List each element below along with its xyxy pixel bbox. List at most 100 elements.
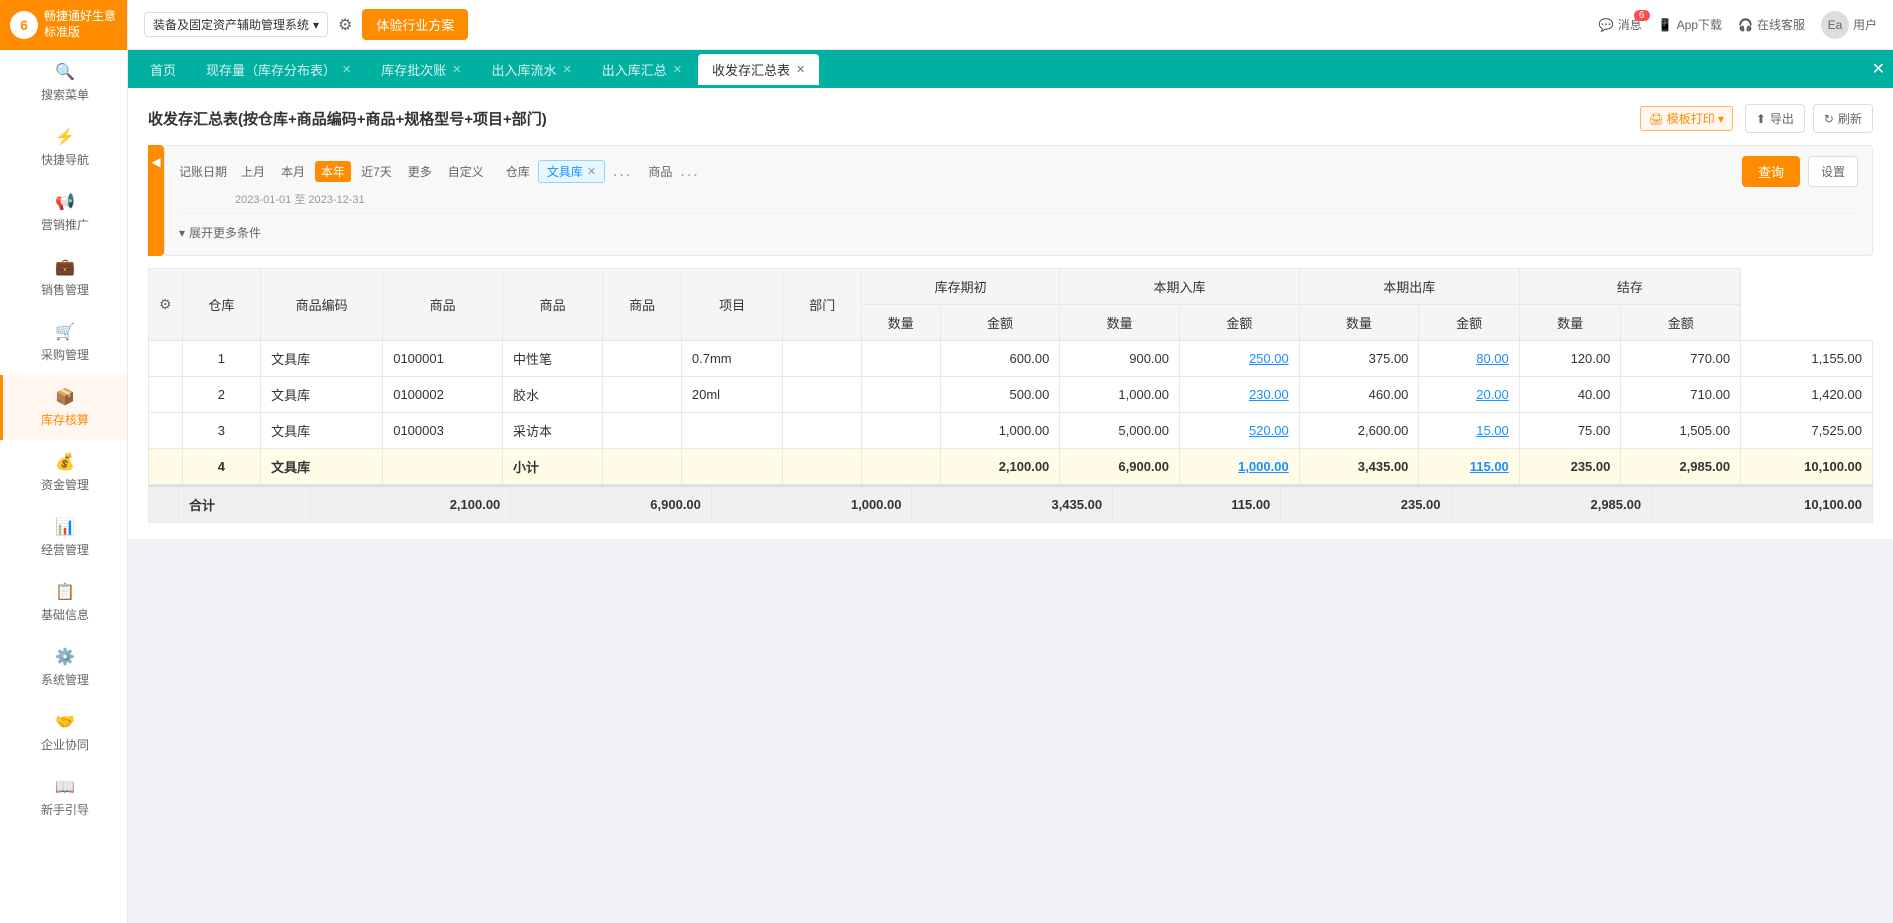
cell-name2 bbox=[603, 341, 682, 377]
chevron-left-icon: ◀ bbox=[151, 155, 160, 169]
tab-flow[interactable]: 出入库流水 ✕ bbox=[477, 54, 585, 85]
tab-close-icon[interactable]: ✕ bbox=[563, 63, 572, 76]
basicinfo-icon: 📋 bbox=[55, 582, 75, 602]
export-button[interactable]: ⬆ 导出 bbox=[1745, 104, 1805, 133]
page-title-bar: 收发存汇总表(按仓库+商品编码+商品+规格型号+项目+部门) 🖨 模板打印 ▾ … bbox=[148, 104, 1873, 133]
cell-in-qty[interactable]: 520.00 bbox=[1180, 413, 1300, 449]
tab-receive-summary[interactable]: 收发存汇总表 ✕ bbox=[698, 54, 819, 85]
system-selector[interactable]: 装备及固定资产辅助管理系统 ▾ bbox=[144, 12, 328, 37]
sidebar-item-finance[interactable]: 💰 资金管理 bbox=[0, 440, 127, 505]
cell-in-qty[interactable]: 250.00 bbox=[1180, 341, 1300, 377]
cell-bal-qty: 1,505.00 bbox=[1621, 413, 1741, 449]
warehouse-filter: 仓库 文具库 ✕ ... bbox=[506, 160, 633, 183]
settings-gear-icon[interactable]: ⚙ bbox=[338, 15, 352, 35]
date-btn-this-month[interactable]: 本月 bbox=[275, 161, 311, 182]
goods-more-icon[interactable]: ... bbox=[680, 163, 699, 181]
sidebar-item-guide[interactable]: 📖 新手引导 bbox=[0, 765, 127, 830]
sidebar-item-cooperation[interactable]: 🤝 企业协同 bbox=[0, 700, 127, 765]
cell-name2 bbox=[603, 413, 682, 449]
date-btn-custom[interactable]: 自定义 bbox=[442, 161, 490, 182]
date-btn-7days[interactable]: 近7天 bbox=[355, 161, 398, 182]
sidebar-logo: 6 畅捷通好生意 标准版 bbox=[0, 0, 127, 50]
cell-dept bbox=[862, 341, 941, 377]
total-label: 合计 bbox=[179, 486, 311, 523]
cell-in-qty[interactable]: 1,000.00 bbox=[1180, 449, 1300, 485]
app-download-button[interactable]: 📱 App下载 bbox=[1658, 16, 1722, 33]
cell-out-qty[interactable]: 115.00 bbox=[1419, 449, 1519, 485]
setting-button[interactable]: 设置 bbox=[1808, 156, 1858, 187]
printer-icon: 🖨 bbox=[1649, 112, 1664, 126]
expand-more-button[interactable]: ▾ 展开更多条件 bbox=[179, 224, 1858, 241]
filter-container: ◀ 记账日期 上月 本月 本年 近7天 更多 bbox=[148, 145, 1873, 256]
cell-no: 2 bbox=[182, 377, 261, 413]
total-bal-qty: 2,985.00 bbox=[1451, 486, 1652, 523]
warehouse-more-icon[interactable]: ... bbox=[613, 163, 632, 181]
table-settings-icon[interactable]: ⚙ bbox=[159, 296, 172, 312]
th-out-qty: 数量 bbox=[1299, 305, 1419, 341]
logo-icon: 6 bbox=[10, 11, 38, 39]
cell-out-qty[interactable]: 20.00 bbox=[1419, 377, 1519, 413]
sidebar-item-search[interactable]: 🔍 搜索菜单 bbox=[0, 50, 127, 115]
warehouse-tag-close[interactable]: ✕ bbox=[587, 165, 596, 178]
cell-out-qty[interactable]: 80.00 bbox=[1419, 341, 1519, 377]
cell-out-qty[interactable]: 15.00 bbox=[1419, 413, 1519, 449]
online-service-button[interactable]: 🎧 在线客服 bbox=[1738, 16, 1805, 33]
query-button[interactable]: 查询 bbox=[1742, 156, 1800, 187]
sidebar-item-quicknav[interactable]: ⚡ 快捷导航 bbox=[0, 115, 127, 180]
sidebar-item-marketing[interactable]: 📢 营销推广 bbox=[0, 180, 127, 245]
cell-out-amt: 75.00 bbox=[1519, 413, 1621, 449]
sidebar-item-sales[interactable]: 💼 销售管理 bbox=[0, 245, 127, 310]
tab-home[interactable]: 首页 bbox=[136, 54, 190, 85]
th-begin: 库存期初 bbox=[862, 269, 1060, 305]
total-in-amt: 3,435.00 bbox=[912, 486, 1113, 523]
th-begin-qty: 数量 bbox=[862, 305, 941, 341]
total-begin-amt: 6,900.00 bbox=[511, 486, 712, 523]
message-icon: 💬 bbox=[1599, 18, 1614, 32]
goods-label: 商品 bbox=[648, 163, 672, 180]
message-button[interactable]: 💬 消息 6 bbox=[1599, 16, 1642, 33]
experience-button[interactable]: 体验行业方案 bbox=[362, 9, 468, 40]
tab-close-icon[interactable]: ✕ bbox=[796, 63, 805, 76]
th-code: 商品编码 bbox=[261, 269, 383, 341]
date-btn-more[interactable]: 更多 bbox=[402, 161, 438, 182]
warehouse-label: 仓库 bbox=[506, 163, 530, 180]
date-btn-last-month[interactable]: 上月 bbox=[235, 161, 271, 182]
sidebar-item-management[interactable]: 📊 经营管理 bbox=[0, 505, 127, 570]
tab-summary[interactable]: 出入库汇总 ✕ bbox=[588, 54, 696, 85]
cell-code: 0100003 bbox=[383, 413, 503, 449]
cell-begin-amt: 5,000.00 bbox=[1060, 413, 1180, 449]
system-icon: ⚙️ bbox=[55, 647, 75, 667]
warehouse-tag: 文具库 ✕ bbox=[538, 160, 605, 183]
tab-bar-close-icon[interactable]: ✕ bbox=[1872, 59, 1885, 79]
sidebar-item-system[interactable]: ⚙️ 系统管理 bbox=[0, 635, 127, 700]
date-label: 记账日期 bbox=[179, 163, 227, 180]
cell-spec bbox=[681, 413, 783, 449]
sidebar-item-purchase[interactable]: 🛒 采购管理 bbox=[0, 310, 127, 375]
tab-close-icon[interactable]: ✕ bbox=[452, 63, 461, 76]
page-inner: 收发存汇总表(按仓库+商品编码+商品+规格型号+项目+部门) 🖨 模板打印 ▾ … bbox=[128, 88, 1893, 539]
sidebar-item-inventory[interactable]: 📦 库存核算 bbox=[0, 375, 127, 440]
cell-begin-amt: 1,000.00 bbox=[1060, 377, 1180, 413]
th-out: 本期出库 bbox=[1299, 269, 1519, 305]
tab-batch[interactable]: 库存批次账 ✕ bbox=[367, 54, 475, 85]
template-print-button[interactable]: 🖨 模板打印 ▾ bbox=[1640, 106, 1733, 131]
cell-in-qty[interactable]: 230.00 bbox=[1180, 377, 1300, 413]
refresh-button[interactable]: ↻ 刷新 bbox=[1813, 104, 1873, 133]
chevron-down-icon: ▾ bbox=[313, 18, 319, 32]
chevron-down-icon: ▾ bbox=[179, 226, 185, 240]
tab-inventory-dist[interactable]: 现存量（库存分布表） ✕ bbox=[192, 54, 365, 85]
inventory-icon: 📦 bbox=[55, 387, 75, 407]
filter-collapse-btn[interactable]: ◀ bbox=[148, 145, 164, 256]
sidebar-item-basic-info[interactable]: 📋 基础信息 bbox=[0, 570, 127, 635]
tab-close-icon[interactable]: ✕ bbox=[342, 63, 351, 76]
user-menu[interactable]: Ea 用户 bbox=[1821, 11, 1877, 39]
th-in: 本期入库 bbox=[1060, 269, 1299, 305]
date-range-display: 2023-01-01 至 2023-12-31 bbox=[179, 191, 1858, 207]
headset-icon: 🎧 bbox=[1738, 18, 1753, 32]
cell-out-amt: 235.00 bbox=[1519, 449, 1621, 485]
tab-close-icon[interactable]: ✕ bbox=[673, 63, 682, 76]
cell-settings bbox=[149, 413, 183, 449]
cell-bal-amt: 1,155.00 bbox=[1741, 341, 1873, 377]
management-icon: 📊 bbox=[55, 517, 75, 537]
date-btn-this-year[interactable]: 本年 bbox=[315, 161, 351, 182]
